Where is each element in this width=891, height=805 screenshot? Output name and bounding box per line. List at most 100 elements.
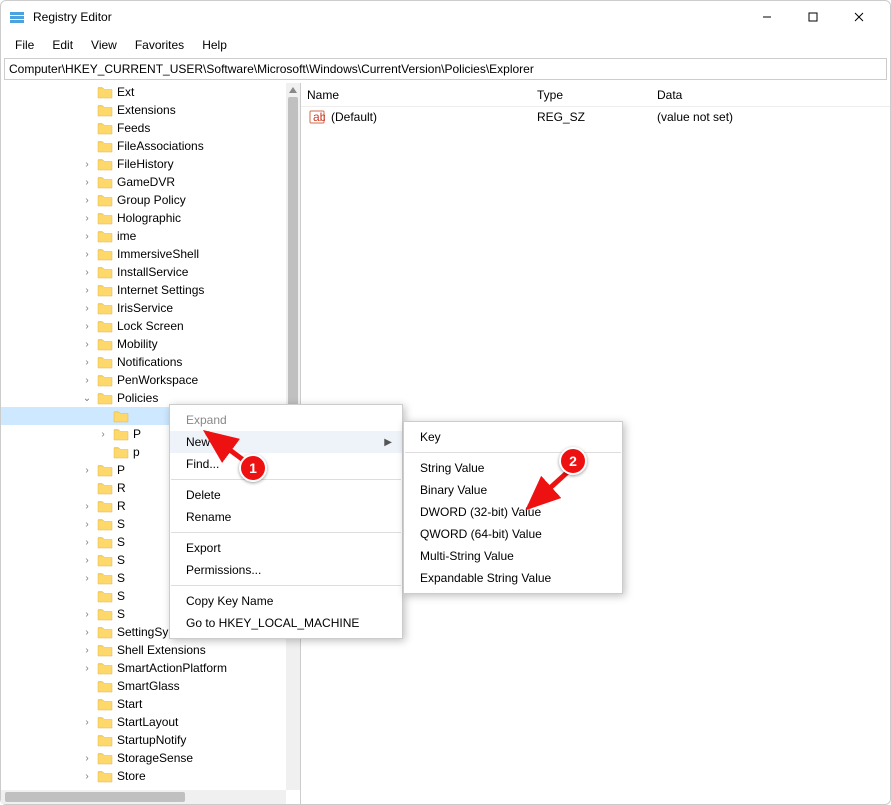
tree-label: IrisService (117, 301, 173, 315)
tree-label: Start (117, 697, 142, 711)
tree-item[interactable]: ›StartLayout (1, 713, 286, 731)
tree-item[interactable]: ›FileHistory (1, 155, 286, 173)
chevron-icon[interactable]: › (81, 303, 93, 314)
submenu-key[interactable]: Key (404, 426, 622, 448)
tree-label: R (117, 481, 126, 495)
scroll-thumb-vertical[interactable] (288, 97, 298, 417)
tree-item[interactable]: › IrisService (1, 299, 286, 317)
column-header-type[interactable]: Type (531, 88, 651, 102)
minimize-button[interactable] (744, 1, 790, 33)
menu-help[interactable]: Help (194, 36, 235, 54)
context-goto-hklm[interactable]: Go to HKEY_LOCAL_MACHINE (170, 612, 402, 634)
annotation-badge-1: 1 (239, 454, 267, 482)
address-bar[interactable]: Computer\HKEY_CURRENT_USER\Software\Micr… (4, 58, 887, 80)
separator (171, 585, 401, 586)
tree-item[interactable]: ›SmartActionPlatform (1, 659, 286, 677)
tree-item[interactable]: › Holographic (1, 209, 286, 227)
tree-label: Ext (117, 85, 134, 99)
tree-label: Holographic (117, 211, 181, 225)
chevron-icon[interactable]: › (81, 249, 93, 260)
tree-item[interactable]: SmartGlass (1, 677, 286, 695)
chevron-icon[interactable]: › (81, 195, 93, 206)
tree-item[interactable]: ›GameDVR (1, 173, 286, 191)
chevron-icon[interactable]: ⌄ (81, 393, 93, 404)
chevron-icon[interactable]: › (81, 717, 93, 728)
tree-item[interactable]: › PenWorkspace (1, 371, 286, 389)
tree-label: S (117, 535, 125, 549)
chevron-icon[interactable]: › (81, 537, 93, 548)
chevron-icon[interactable]: › (81, 321, 93, 332)
window-title: Registry Editor (33, 10, 744, 24)
separator (171, 479, 401, 480)
chevron-icon[interactable]: › (81, 573, 93, 584)
chevron-icon[interactable]: › (81, 339, 93, 350)
context-copy-key-name[interactable]: Copy Key Name (170, 590, 402, 612)
tree-label: S (117, 571, 125, 585)
maximize-button[interactable] (790, 1, 836, 33)
chevron-icon[interactable]: › (81, 159, 93, 170)
submenu-string-value[interactable]: String Value (404, 457, 622, 479)
submenu-qword-value[interactable]: QWORD (64-bit) Value (404, 523, 622, 545)
chevron-icon[interactable]: › (81, 357, 93, 368)
tree-label: S (117, 517, 125, 531)
tree-item[interactable]: Ext (1, 83, 286, 101)
chevron-icon[interactable]: › (81, 663, 93, 674)
tree-label: Group Policy (117, 193, 186, 207)
chevron-icon[interactable]: › (81, 231, 93, 242)
tree-item[interactable]: Extensions (1, 101, 286, 119)
scroll-thumb[interactable] (5, 792, 185, 802)
chevron-icon[interactable]: › (81, 177, 93, 188)
tree-item[interactable]: ›Internet Settings (1, 281, 286, 299)
tree-item[interactable]: ›Mobility (1, 335, 286, 353)
chevron-icon[interactable]: › (81, 771, 93, 782)
chevron-icon[interactable]: › (81, 627, 93, 638)
tree-item[interactable]: ›ime (1, 227, 286, 245)
tree-label: ImmersiveShell (117, 247, 199, 261)
chevron-icon[interactable]: › (81, 519, 93, 530)
chevron-icon[interactable]: › (81, 753, 93, 764)
tree-label: FileAssociations (117, 139, 204, 153)
column-header-name[interactable]: Name (301, 88, 531, 102)
chevron-icon[interactable]: › (81, 285, 93, 296)
submenu-expandable-string-value[interactable]: Expandable String Value (404, 567, 622, 589)
column-header-data[interactable]: Data (651, 88, 890, 102)
context-delete[interactable]: Delete (170, 484, 402, 506)
context-permissions[interactable]: Permissions... (170, 559, 402, 581)
tree-item[interactable]: Start (1, 695, 286, 713)
scroll-up-icon[interactable] (288, 85, 298, 95)
tree-item[interactable]: › ImmersiveShell (1, 245, 286, 263)
tree-item[interactable]: ›Shell Extensions (1, 641, 286, 659)
chevron-icon[interactable]: › (81, 645, 93, 656)
context-export[interactable]: Export (170, 537, 402, 559)
chevron-icon[interactable]: › (81, 555, 93, 566)
submenu-binary-value[interactable]: Binary Value (404, 479, 622, 501)
tree-item[interactable]: ›StorageSense (1, 749, 286, 767)
tree-item[interactable]: ›Store (1, 767, 286, 785)
menu-edit[interactable]: Edit (44, 36, 81, 54)
chevron-icon[interactable]: › (81, 267, 93, 278)
tree-item[interactable]: ›InstallService (1, 263, 286, 281)
tree-item[interactable]: StartupNotify (1, 731, 286, 749)
chevron-icon[interactable]: › (81, 465, 93, 476)
value-row-default[interactable]: ab (Default) REG_SZ (value not set) (301, 107, 890, 127)
chevron-icon[interactable]: › (81, 501, 93, 512)
close-button[interactable] (836, 1, 882, 33)
chevron-icon[interactable]: › (97, 429, 109, 440)
tree-item[interactable]: ›Notifications (1, 353, 286, 371)
chevron-icon[interactable]: › (81, 375, 93, 386)
submenu-dword-value[interactable]: DWORD (32-bit) Value (404, 501, 622, 523)
tree-horizontal-scrollbar[interactable] (1, 790, 286, 804)
tree-label: Feeds (117, 121, 150, 135)
tree-item[interactable]: FileAssociations (1, 137, 286, 155)
menu-file[interactable]: File (7, 36, 42, 54)
tree-item[interactable]: › Group Policy (1, 191, 286, 209)
submenu-multi-string-value[interactable]: Multi-String Value (404, 545, 622, 567)
tree-label: PenWorkspace (117, 373, 198, 387)
tree-item[interactable]: Feeds (1, 119, 286, 137)
chevron-icon[interactable]: › (81, 213, 93, 224)
chevron-icon[interactable]: › (81, 609, 93, 620)
menu-favorites[interactable]: Favorites (127, 36, 192, 54)
tree-item[interactable]: ›Lock Screen (1, 317, 286, 335)
context-rename[interactable]: Rename (170, 506, 402, 528)
menu-view[interactable]: View (83, 36, 125, 54)
